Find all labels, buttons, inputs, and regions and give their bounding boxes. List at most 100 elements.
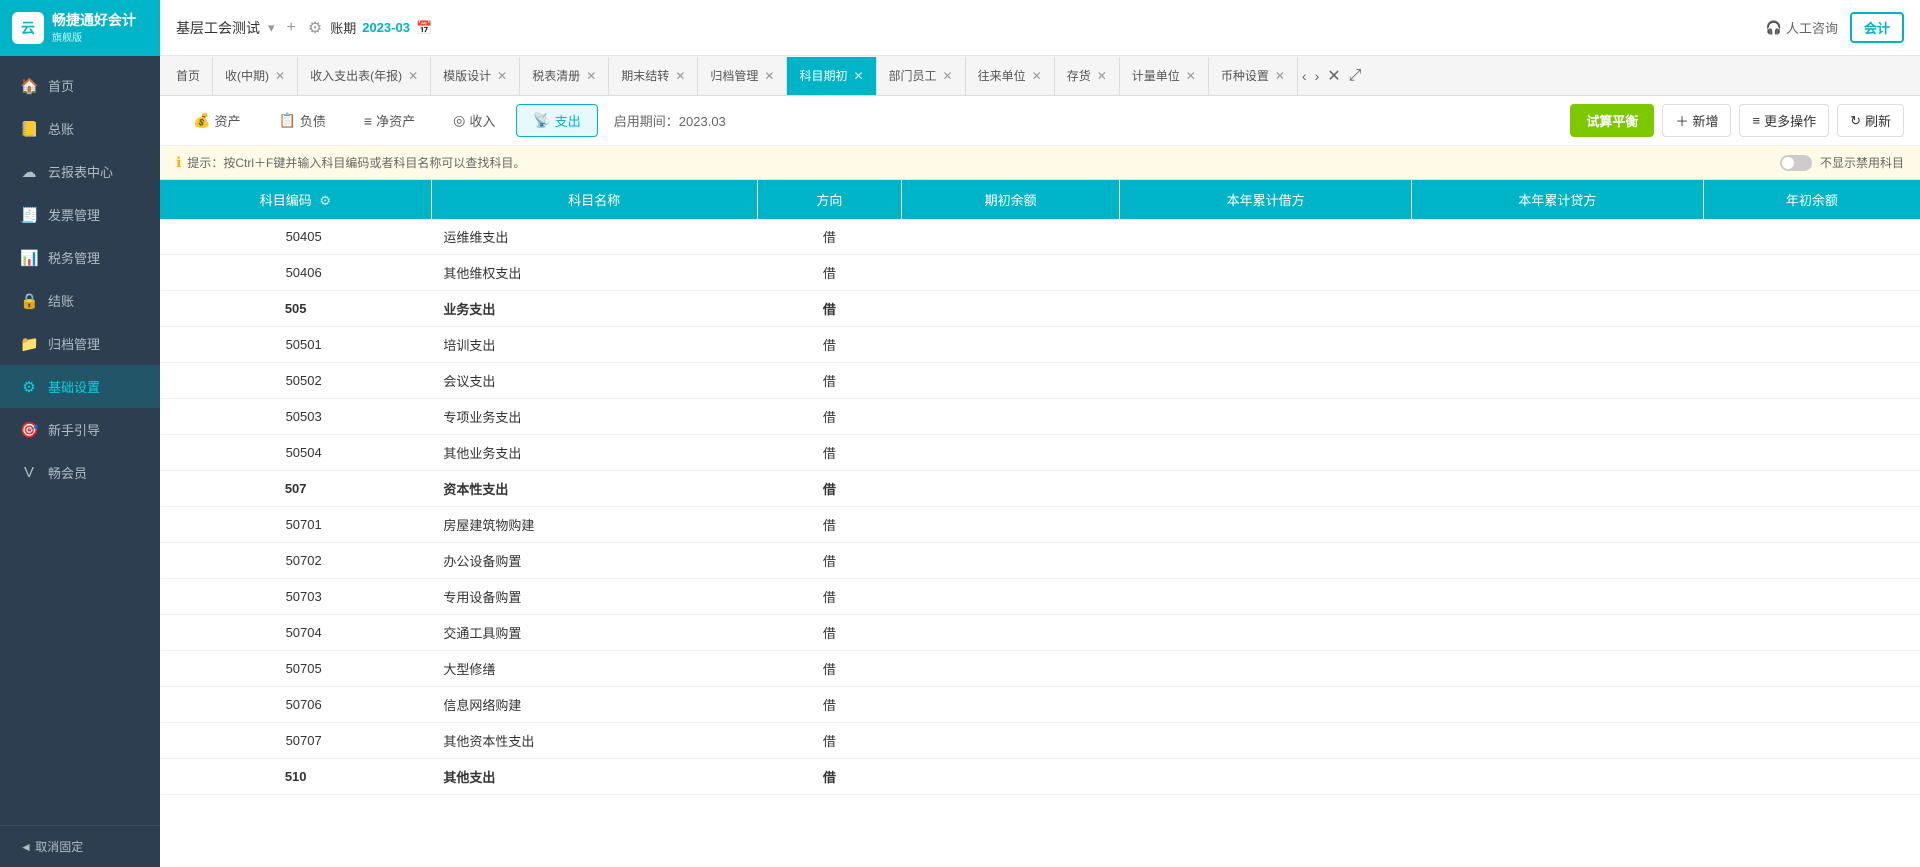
table-row[interactable]: 50707 其他资本性支出 借: [160, 723, 1920, 759]
tab-template[interactable]: 模版设计✕: [431, 57, 520, 95]
sidebar-item-invoice[interactable]: 🧾发票管理: [0, 193, 160, 236]
refresh-icon: ↻: [1850, 113, 1861, 129]
tab-close-template[interactable]: ✕: [497, 69, 507, 83]
cell-ytd-credit: [1411, 327, 1703, 363]
sidebar-item-archive[interactable]: 📁归档管理: [0, 322, 160, 365]
table-row[interactable]: 50504 其他业务支出 借: [160, 435, 1920, 471]
table-row[interactable]: 50703 专用设备购置 借: [160, 579, 1920, 615]
sidebar-item-settings[interactable]: ⚙基础设置: [0, 365, 160, 408]
sidebar-item-reports[interactable]: ☁云报表中心: [0, 150, 160, 193]
tab-close-unit[interactable]: ✕: [1186, 69, 1196, 83]
tab-currency[interactable]: 币种设置 ✕: [1209, 57, 1298, 95]
table-row[interactable]: 50405 运维维支出 借: [160, 219, 1920, 255]
col-ytd-debit: 本年累计借方: [1120, 180, 1412, 219]
tab-subject-period[interactable]: 科目期初✕: [787, 57, 876, 95]
toggle-switch[interactable]: [1780, 155, 1812, 171]
tab-taxform[interactable]: 税表清册✕: [520, 57, 609, 95]
cell-ytd-credit: [1411, 651, 1703, 687]
tab-income[interactable]: 收入支出表(年报)✕: [298, 57, 431, 95]
table-row[interactable]: 50701 房屋建筑物购建 借: [160, 507, 1920, 543]
sidebar-footer[interactable]: ◄ 取消固定: [0, 825, 160, 867]
tab-close-currency[interactable]: ✕: [1275, 69, 1285, 83]
tabbar-nav-left[interactable]: ‹: [1298, 68, 1311, 84]
cell-ytd-debit: [1120, 507, 1412, 543]
gear-icon[interactable]: ⚙: [319, 193, 331, 208]
tab-home[interactable]: 首页: [164, 57, 213, 95]
sidebar-item-guide[interactable]: 🎯新手引导: [0, 408, 160, 451]
cell-year-open: [1703, 579, 1920, 615]
cell-opening: [902, 615, 1120, 651]
tab-close-contact[interactable]: ✕: [1032, 69, 1042, 83]
settings-icon[interactable]: ⚙: [308, 18, 322, 38]
refresh-button[interactable]: ↻ 刷新: [1837, 104, 1904, 137]
tabbar-nav-right[interactable]: ›: [1311, 68, 1324, 84]
sidebar-item-tax[interactable]: 📊税务管理: [0, 236, 160, 279]
expand-icon[interactable]: ⤢: [1345, 67, 1366, 85]
table-row[interactable]: 510 其他支出 借: [160, 759, 1920, 795]
sidebar-item-close[interactable]: 🔒结账: [0, 279, 160, 322]
period-label: 账期: [330, 18, 356, 37]
tab-department[interactable]: 部门员工✕: [877, 57, 966, 95]
cell-year-open: [1703, 399, 1920, 435]
table-row[interactable]: 50702 办公设备购置 借: [160, 543, 1920, 579]
add-tab-icon[interactable]: +: [287, 19, 296, 37]
cell-code: 50706: [160, 687, 431, 723]
help-button[interactable]: 🎧 人工咨询: [1766, 18, 1838, 37]
cell-ytd-debit: [1120, 759, 1412, 795]
cell-code: 50503: [160, 399, 431, 435]
subtab-net-asset[interactable]: ≡净资产: [347, 104, 432, 137]
topbar-left: 基层工会测试 ▾ + ⚙ 账期 2023-03 📅: [176, 18, 432, 38]
table-row[interactable]: 50502 会议支出 借: [160, 363, 1920, 399]
dropdown-icon[interactable]: ▾: [268, 20, 275, 36]
tab-label-unit: 计量单位: [1132, 67, 1180, 84]
tab-label-home: 首页: [176, 67, 200, 84]
tab-close-department[interactable]: ✕: [943, 69, 953, 83]
table-row[interactable]: 507 资本性支出 借: [160, 471, 1920, 507]
table-row[interactable]: 50704 交通工具购置 借: [160, 615, 1920, 651]
cell-ytd-credit: [1411, 507, 1703, 543]
table-row[interactable]: 50503 专项业务支出 借: [160, 399, 1920, 435]
tab-period-end[interactable]: 期末结转✕: [609, 57, 698, 95]
tab-contact[interactable]: 往来单位✕: [966, 57, 1055, 95]
help-label: 人工咨询: [1786, 18, 1838, 37]
tax-icon: 📊: [20, 249, 38, 267]
table-row[interactable]: 50706 信息网络购建 借: [160, 687, 1920, 723]
subtab-income[interactable]: ◎收入: [436, 104, 512, 137]
tab-label-currency: 币种设置: [1221, 67, 1269, 84]
tab-close-archive[interactable]: ✕: [764, 69, 774, 83]
tab-unit[interactable]: 计量单位 ✕: [1120, 57, 1209, 95]
table-row[interactable]: 50406 其他维权支出 借: [160, 255, 1920, 291]
cell-opening: [902, 723, 1120, 759]
cell-direction: 借: [757, 471, 901, 507]
subtab-asset[interactable]: 💰资产: [176, 104, 257, 137]
subtab-expense[interactable]: 📡支出: [516, 104, 597, 137]
sidebar-nav: 🏠首页📒总账☁云报表中心🧾发票管理📊税务管理🔒结账📁归档管理⚙基础设置🎯新手引导…: [0, 56, 160, 825]
balance-button[interactable]: 试算平衡: [1570, 104, 1654, 137]
close-all-tabs-icon[interactable]: ✕: [1323, 66, 1344, 86]
calendar-icon[interactable]: 📅: [416, 20, 432, 36]
more-button[interactable]: ≡ 更多操作: [1739, 104, 1829, 137]
cell-direction: 借: [757, 615, 901, 651]
table-row[interactable]: 50501 培训支出 借: [160, 327, 1920, 363]
tab-close-income[interactable]: ✕: [408, 69, 418, 83]
more-label: 更多操作: [1764, 111, 1816, 130]
sidebar-item-home[interactable]: 🏠首页: [0, 64, 160, 107]
tab-interim[interactable]: 收(中期)✕: [213, 57, 298, 95]
account-button[interactable]: 会计: [1850, 12, 1904, 43]
cell-opening: [902, 399, 1120, 435]
tips-right: 不显示禁用科目: [1780, 154, 1904, 171]
tab-inventory[interactable]: 存货✕: [1055, 57, 1120, 95]
subtab-liability[interactable]: 📋负债: [261, 104, 342, 137]
tab-archive[interactable]: 归档管理✕: [698, 57, 787, 95]
tab-close-subject-period[interactable]: ✕: [853, 69, 863, 83]
tab-close-period-end[interactable]: ✕: [675, 69, 685, 83]
sidebar-item-ledger[interactable]: 📒总账: [0, 107, 160, 150]
tab-close-inventory[interactable]: ✕: [1097, 69, 1107, 83]
sidebar-item-member[interactable]: V畅会员: [0, 451, 160, 494]
table-row[interactable]: 50705 大型修缮 借: [160, 651, 1920, 687]
col-ytd-credit: 本年累计贷方: [1411, 180, 1703, 219]
tab-close-interim[interactable]: ✕: [275, 69, 285, 83]
tab-close-taxform[interactable]: ✕: [586, 69, 596, 83]
table-row[interactable]: 505 业务支出 借: [160, 291, 1920, 327]
add-button[interactable]: ＋ 新增: [1662, 104, 1731, 137]
